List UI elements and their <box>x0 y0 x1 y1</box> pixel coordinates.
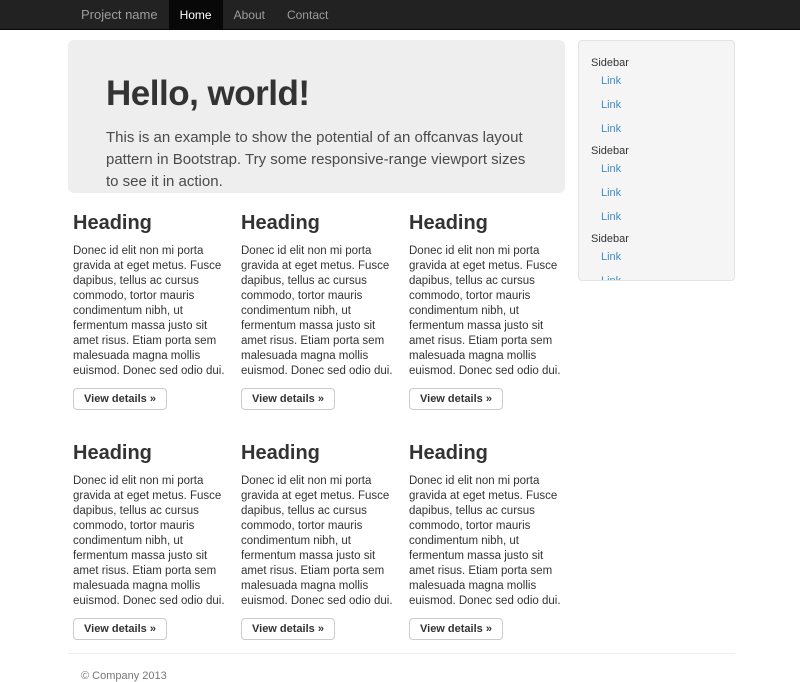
footer-divider <box>68 653 735 654</box>
card-heading: Heading <box>73 442 225 465</box>
sidebar-group-heading: Sidebar <box>591 145 724 157</box>
sidebar-link[interactable]: Link <box>601 245 724 269</box>
view-details-button[interactable]: View details » <box>241 388 335 410</box>
brand-link[interactable]: Project name <box>81 0 158 29</box>
card-heading: Heading <box>409 442 561 465</box>
copyright-text: © Company 2013 <box>81 670 735 682</box>
view-details-button[interactable]: View details » <box>409 618 503 640</box>
card-6: Heading Donec id elit non mi porta gravi… <box>409 427 561 640</box>
sidebar-link[interactable]: Link <box>601 157 724 181</box>
card-heading: Heading <box>409 212 561 235</box>
view-details-button[interactable]: View details » <box>73 388 167 410</box>
content-row: Hello, world! This is an example to show… <box>68 30 735 640</box>
card-2: Heading Donec id elit non mi porta gravi… <box>241 197 393 410</box>
card-body-text: Donec id elit non mi porta gravida at eg… <box>409 474 561 609</box>
page-title: Hello, world! <box>106 74 527 114</box>
sidebar-link[interactable]: Link <box>601 93 724 117</box>
sidebar-link[interactable]: Link <box>601 205 724 229</box>
page-container: Hello, world! This is an example to show… <box>68 30 735 682</box>
card-body-text: Donec id elit non mi porta gravida at eg… <box>409 244 561 379</box>
view-details-button[interactable]: View details » <box>241 618 335 640</box>
sidebar-group-1: Sidebar Link Link Link <box>589 57 724 141</box>
sidebar-column: Sidebar Link Link Link Sidebar Link Link… <box>578 30 735 640</box>
card-5: Heading Donec id elit non mi porta gravi… <box>241 427 393 640</box>
cards-grid: Heading Donec id elit non mi porta gravi… <box>68 197 565 640</box>
nav-item-about[interactable]: About <box>223 0 276 29</box>
top-navbar: Project name Home About Contact <box>0 0 800 30</box>
jumbotron: Hello, world! This is an example to show… <box>68 40 565 193</box>
card-1: Heading Donec id elit non mi porta gravi… <box>73 197 225 410</box>
card-body-text: Donec id elit non mi porta gravida at eg… <box>241 244 393 379</box>
main-nav: Home About Contact <box>169 0 340 29</box>
sidebar-link[interactable]: Link <box>601 117 724 141</box>
card-4: Heading Donec id elit non mi porta gravi… <box>73 427 225 640</box>
sidebar-group-heading: Sidebar <box>591 233 724 245</box>
nav-item-home[interactable]: Home <box>169 0 223 29</box>
card-body-text: Donec id elit non mi porta gravida at eg… <box>73 474 225 609</box>
jumbotron-description: This is an example to show the potential… <box>106 127 527 193</box>
main-content: Hello, world! This is an example to show… <box>68 30 565 640</box>
card-heading: Heading <box>241 212 393 235</box>
view-details-button[interactable]: View details » <box>73 618 167 640</box>
sidebar-link[interactable]: Link <box>601 269 724 281</box>
view-details-button[interactable]: View details » <box>409 388 503 410</box>
sidebar-group-3: Sidebar Link Link <box>589 233 724 281</box>
sidebar-link[interactable]: Link <box>601 181 724 205</box>
nav-item-contact[interactable]: Contact <box>276 0 339 29</box>
card-heading: Heading <box>73 212 225 235</box>
sidebar-link[interactable]: Link <box>601 69 724 93</box>
sidebar-group-2: Sidebar Link Link Link <box>589 145 724 229</box>
card-body-text: Donec id elit non mi porta gravida at eg… <box>73 244 225 379</box>
card-body-text: Donec id elit non mi porta gravida at eg… <box>241 474 393 609</box>
sidebar-well: Sidebar Link Link Link Sidebar Link Link… <box>578 40 735 281</box>
sidebar-group-heading: Sidebar <box>591 57 724 69</box>
card-3: Heading Donec id elit non mi porta gravi… <box>409 197 561 410</box>
card-heading: Heading <box>241 442 393 465</box>
